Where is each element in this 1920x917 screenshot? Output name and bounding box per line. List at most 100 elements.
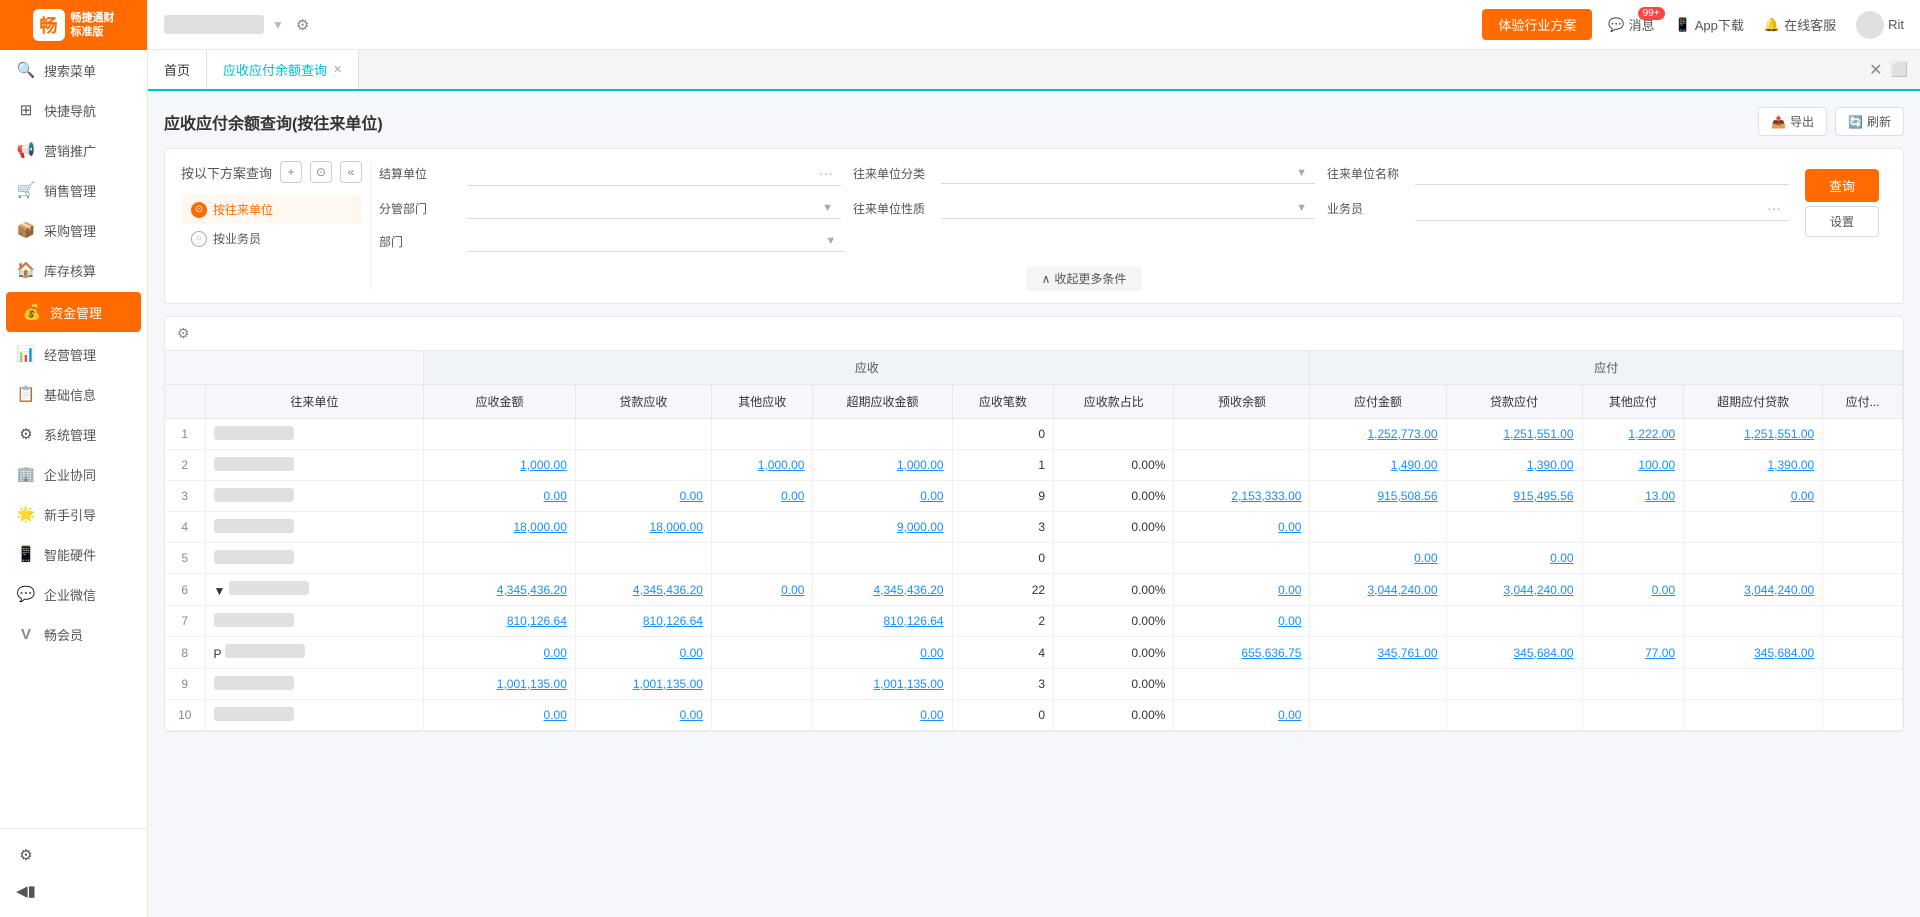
sidebar-bottom: ⚙ ◀▮ [0, 828, 147, 917]
refresh-icon: 🔄 [1848, 115, 1863, 129]
message-item[interactable]: 💬 消息 99+ [1608, 15, 1654, 34]
sidebar-collapse[interactable]: ◀▮ [0, 873, 147, 909]
cell-ap_extra [1823, 481, 1903, 512]
cell-ar_ratio: 0.00% [1054, 700, 1174, 731]
cell-ar_loan: 810,126.64 [575, 606, 711, 637]
table-body: 1往来单位01,252,773.001,251,551.001,222.001,… [165, 419, 1903, 732]
basic-icon: 📋 [16, 384, 36, 404]
partner-name-input[interactable] [1415, 162, 1789, 185]
query-button[interactable]: 查询 [1805, 169, 1879, 202]
table-row: 4往来单位18,000.0018,000.009,000.0030.00%0.0… [165, 512, 1903, 543]
partner-category-select[interactable]: ▼ [941, 163, 1315, 184]
partner-category-label: 往来单位分类 [853, 165, 933, 182]
sidebar-item-hardware[interactable]: 📱 智能硬件 [0, 534, 147, 574]
cell-ar_count: 3 [952, 731, 1054, 732]
cell-ar_count: 0 [952, 543, 1054, 574]
table-row: 2往来单位1,000.001,000.001,000.0010.00%1,490… [165, 450, 1903, 481]
user-info[interactable]: Rit [1856, 11, 1904, 39]
query-buttons: 查询 设置 [1797, 161, 1887, 291]
collapse-more-button[interactable]: ∧ 收起更多条件 [1026, 266, 1143, 291]
cell-ap_overdue [1684, 731, 1823, 732]
data-table: 应收 应付 往来单位 应收金额 贷款应收 其他应收 超期应收金额 应收笔数 应收… [165, 351, 1903, 731]
cell-ar_other [711, 669, 813, 700]
tab-ar-ap[interactable]: 应收应付余额查询 ✕ [207, 50, 359, 89]
download-icon: 📱 [1675, 17, 1691, 33]
partner-nature-select[interactable]: ▼ [941, 198, 1315, 219]
filter-by-partner[interactable]: ⊙ 按往来单位 [181, 195, 362, 224]
sidebar-item-sales[interactable]: 🛒 销售管理 [0, 170, 147, 210]
filter-add-button[interactable]: + [280, 161, 302, 183]
col-ap-extra: 应付... [1823, 385, 1903, 419]
app-download-item[interactable]: 📱 App下载 [1675, 15, 1744, 34]
filter-by-salesman[interactable]: ○ 按业务员 [181, 224, 362, 253]
system-icon: ⚙ [16, 424, 36, 444]
department-select[interactable]: ▼ [467, 198, 841, 219]
cell-num: 5 [165, 543, 205, 574]
window-expand-button[interactable]: ⬜ [1891, 61, 1908, 78]
sidebar-item-capital[interactable]: 💰 资金管理 [6, 292, 141, 332]
tab-close-icon[interactable]: ✕ [333, 63, 342, 76]
cell-ap_other: 77.00 [1582, 637, 1684, 669]
user-name: Rit [1888, 17, 1904, 32]
cell-ap_loan: 0.00 [1446, 543, 1582, 574]
sidebar-item-wechat[interactable]: 💬 企业微信 [0, 574, 147, 614]
cell-ar_loan [575, 419, 711, 450]
table-settings-icon[interactable]: ⚙ [177, 325, 190, 342]
online-service-item[interactable]: 🔔 在线客服 [1764, 15, 1836, 34]
cell-ap_overdue: 0.00 [1684, 481, 1823, 512]
enterprise-icon: 🏢 [16, 464, 36, 484]
sidebar-item-operation[interactable]: 📊 经营管理 [0, 334, 147, 374]
filter-group-partner-category: 往来单位分类 ▼ [853, 163, 1315, 184]
col-num [165, 385, 205, 419]
sidebar-item-inventory[interactable]: 🏠 库存核算 [0, 250, 147, 290]
operation-icon: 📊 [16, 344, 36, 364]
sidebar-item-system[interactable]: ⚙ 系统管理 [0, 414, 147, 454]
cell-ar_ratio: 0.00% [1054, 731, 1174, 732]
cell-partner: 往来单位 [205, 543, 424, 574]
cell-ap_extra [1823, 700, 1903, 731]
filter-collapse-button[interactable]: « [340, 161, 362, 183]
page-title: 应收应付余额查询(按往来单位) [164, 110, 383, 134]
cell-partner: 往来单位 [205, 669, 424, 700]
cell-ap_other: 0.00 [1582, 574, 1684, 606]
cell-num: 3 [165, 481, 205, 512]
dept-select[interactable]: ▼ [467, 231, 844, 252]
window-close-button[interactable]: ✕ [1869, 60, 1882, 80]
cell-num: 2 [165, 450, 205, 481]
sidebar-settings[interactable]: ⚙ [0, 837, 147, 873]
gear-icon[interactable]: ⚙ [296, 16, 309, 34]
sidebar-item-member[interactable]: V 畅会员 [0, 614, 147, 654]
filter-settings-button[interactable]: ⊙ [310, 161, 332, 183]
tab-home[interactable]: 首页 [148, 50, 207, 89]
sidebar-item-search[interactable]: 🔍 搜索菜单 [0, 50, 147, 90]
cell-ap_overdue [1684, 606, 1823, 637]
export-button[interactable]: 📤 导出 [1758, 107, 1827, 136]
sidebar-item-enterprise[interactable]: 🏢 企业协同 [0, 454, 147, 494]
settings-query-button[interactable]: 设置 [1805, 206, 1879, 237]
col-ar-prepaid: 预收余额 [1174, 385, 1310, 419]
cell-ap_overdue: 345,684.00 [1684, 637, 1823, 669]
chevron-down-icon[interactable]: ▼ [272, 18, 284, 32]
sidebar-item-quick-nav[interactable]: ⊞ 快捷导航 [0, 90, 147, 130]
salesman-input[interactable]: ··· [1415, 196, 1789, 221]
tab-right-actions: ✕ ⬜ [1869, 60, 1920, 80]
chevron-down-icon: ▼ [1296, 167, 1307, 179]
settlement-input[interactable]: ··· [467, 161, 841, 186]
cell-num: 9 [165, 669, 205, 700]
filter-group-partner-name: 往来单位名称 [1327, 162, 1789, 185]
cell-ar_prepaid [1174, 731, 1310, 732]
cell-ar_count: 1 [952, 450, 1054, 481]
col-ar-ratio: 应收款占比 [1054, 385, 1174, 419]
solution-button[interactable]: 体验行业方案 [1482, 9, 1592, 40]
member-icon: V [16, 624, 36, 644]
chevron-down-icon: ▼ [822, 202, 833, 214]
sidebar-item-basic[interactable]: 📋 基础信息 [0, 374, 147, 414]
cell-ar_count: 3 [952, 512, 1054, 543]
sidebar-item-marketing[interactable]: 📢 营销推广 [0, 130, 147, 170]
sidebar-item-purchase[interactable]: 📦 采购管理 [0, 210, 147, 250]
sidebar-item-guide[interactable]: 🌟 新手引导 [0, 494, 147, 534]
top-header: 测试公司 ▼ ⚙ 体验行业方案 💬 消息 99+ 📱 App下载 🔔 在线客服 … [148, 0, 1920, 50]
salesman-icon: ○ [191, 231, 207, 247]
cell-partner: 往来单位 [205, 481, 424, 512]
refresh-button[interactable]: 🔄 刷新 [1835, 107, 1904, 136]
